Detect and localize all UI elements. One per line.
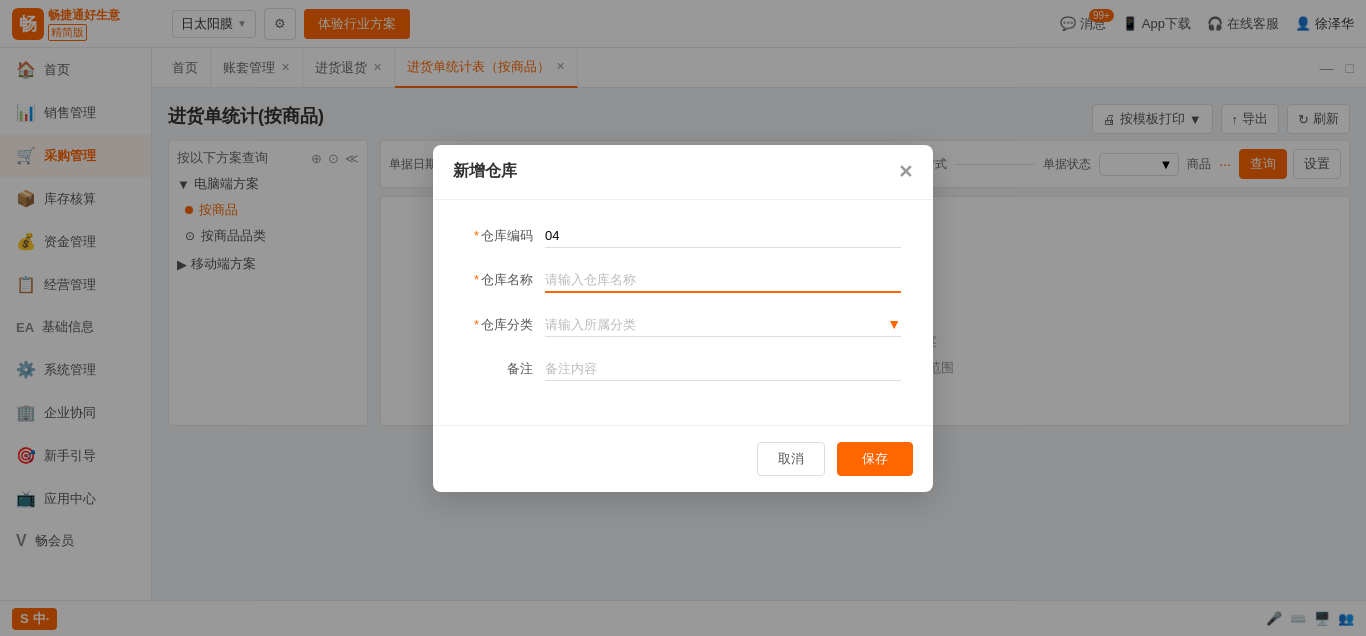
new-warehouse-modal: 新增仓库 ✕ *仓库编码 *仓库名称 *仓库分类	[433, 145, 933, 492]
modal-header: 新增仓库 ✕	[433, 145, 933, 200]
form-label-category: *仓库分类	[465, 316, 545, 334]
category-dropdown-arrow: ▼	[887, 316, 901, 332]
modal-overlay[interactable]: 新增仓库 ✕ *仓库编码 *仓库名称 *仓库分类	[0, 0, 1366, 636]
form-row-remark: 备注	[465, 357, 901, 381]
form-row-name: *仓库名称	[465, 268, 901, 293]
form-label-name: *仓库名称	[465, 271, 545, 289]
form-label-remark: 备注	[465, 360, 545, 378]
cancel-button[interactable]: 取消	[757, 442, 825, 476]
modal-body: *仓库编码 *仓库名称 *仓库分类 ▼	[433, 200, 933, 425]
required-star-code: *	[474, 228, 479, 243]
required-star-category: *	[474, 317, 479, 332]
save-button[interactable]: 保存	[837, 442, 913, 476]
required-star-name: *	[474, 272, 479, 287]
modal-close-button[interactable]: ✕	[898, 161, 913, 183]
form-row-code: *仓库编码	[465, 224, 901, 248]
warehouse-category-select[interactable]: ▼	[545, 313, 901, 337]
warehouse-name-input[interactable]	[545, 268, 901, 293]
warehouse-category-input[interactable]	[545, 313, 887, 336]
modal-footer: 取消 保存	[433, 425, 933, 492]
warehouse-remark-input[interactable]	[545, 357, 901, 381]
form-label-code: *仓库编码	[465, 227, 545, 245]
warehouse-code-input[interactable]	[545, 224, 901, 248]
modal-title: 新增仓库	[453, 161, 517, 182]
form-row-category: *仓库分类 ▼	[465, 313, 901, 337]
